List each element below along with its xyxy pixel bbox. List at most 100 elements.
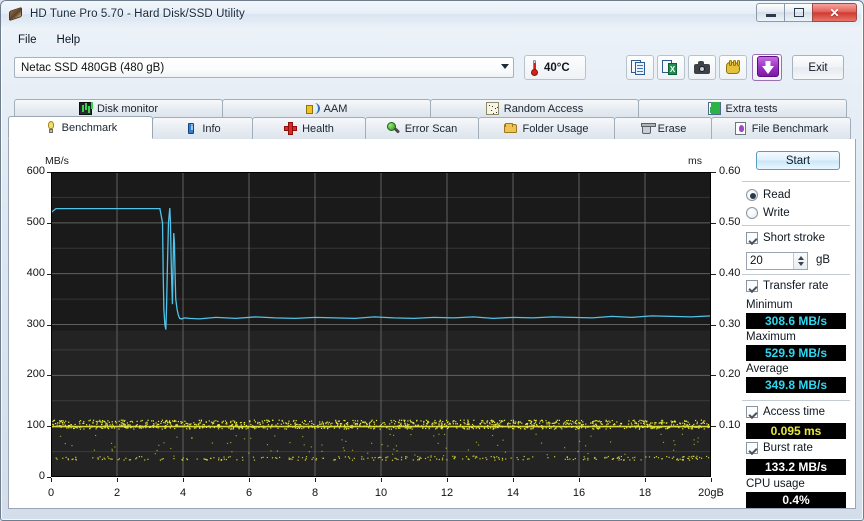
checkbox-transfer-rate[interactable]: Transfer rate: [746, 280, 828, 292]
x-tick: [447, 478, 448, 482]
close-button[interactable]: ✕: [812, 3, 857, 22]
short-stroke-value: 20: [750, 255, 763, 267]
tab-label: Benchmark: [61, 121, 118, 134]
drive-select-value: Netac SSD 480GB (480 gB): [21, 61, 165, 74]
y-tick-label: 300: [26, 317, 45, 330]
y-tick: [47, 222, 51, 224]
file-benchmark-icon: [734, 122, 747, 135]
menu-file[interactable]: File: [8, 32, 47, 48]
checkbox-short-stroke-label: Short stroke: [763, 232, 825, 244]
y2-tick: [711, 324, 716, 326]
tab-erase[interactable]: Erase: [614, 117, 712, 139]
exit-button[interactable]: Exit: [792, 55, 844, 80]
tab-label: AAM: [323, 102, 348, 115]
tab-error-scan[interactable]: Error Scan: [365, 117, 479, 139]
thermometer-icon: [530, 59, 539, 76]
tab-label: Health: [302, 122, 334, 135]
y-tick: [47, 273, 51, 275]
radio-read-indicator: [746, 189, 758, 201]
copy-to-clipboard-button[interactable]: [626, 55, 654, 80]
menu-bar: File Help: [8, 30, 856, 50]
maximum-value: 529.9 MB/s: [746, 345, 846, 361]
y-tick-label: 200: [26, 368, 45, 381]
checkbox-transfer-rate-indicator: [746, 280, 758, 292]
maximize-icon: [793, 8, 804, 17]
drive-select[interactable]: Netac SSD 480GB (480 gB): [14, 57, 514, 78]
radio-write-indicator: [746, 207, 758, 219]
checkbox-access-time-label: Access time: [763, 406, 825, 418]
radio-read-label: Read: [763, 189, 791, 201]
tab-benchmark[interactable]: Benchmark: [8, 116, 153, 139]
cpu-usage-value: 0.4%: [746, 492, 846, 508]
screenshot-button[interactable]: [688, 55, 716, 80]
extra-tests-icon: [707, 102, 721, 115]
y-tick: [47, 324, 51, 326]
stepper-down-icon[interactable]: [797, 262, 804, 266]
x-tick-label: 2: [113, 487, 121, 499]
controls-panel: Start Read Write Short stroke 20 gB Tran: [740, 141, 856, 508]
checkbox-short-stroke-indicator: [746, 232, 758, 244]
maximum-label: Maximum: [746, 331, 796, 343]
x-tick-label: 6: [245, 487, 253, 499]
radio-read[interactable]: Read: [746, 189, 791, 201]
checkbox-access-time[interactable]: Access time: [746, 406, 825, 418]
minimize-button[interactable]: [756, 3, 784, 22]
tab-file-benchmark[interactable]: File Benchmark: [711, 117, 851, 139]
average-label: Average: [746, 363, 789, 375]
y2-tick: [711, 375, 716, 377]
folder-icon: [504, 122, 518, 135]
x-tick-label: 0: [47, 487, 55, 499]
minimize-icon: [765, 13, 776, 17]
x-tick: [579, 478, 580, 482]
tab-random-access[interactable]: Random Access: [430, 99, 639, 117]
tab-label: Folder Usage: [522, 122, 589, 135]
save-button[interactable]: [752, 54, 782, 81]
checkbox-short-stroke[interactable]: Short stroke: [746, 232, 825, 244]
short-stroke-stepper[interactable]: [793, 253, 807, 269]
y2-tick: [711, 222, 716, 224]
tab-extra-tests[interactable]: Extra tests: [638, 99, 847, 117]
x-tick: [381, 478, 382, 482]
tab-info[interactable]: Info: [152, 117, 253, 139]
speaker-icon: [305, 102, 320, 115]
tab-health[interactable]: Health: [252, 117, 366, 139]
window-buttons: ✕: [756, 3, 857, 22]
options-button[interactable]: [719, 55, 747, 80]
stepper-up-icon[interactable]: [797, 256, 804, 260]
checkbox-access-time-indicator: [746, 406, 758, 418]
info-icon: [184, 122, 197, 135]
lightbulb-icon: [44, 121, 57, 134]
copy-pages-icon: [631, 59, 649, 76]
x-tick-label: 8: [311, 487, 319, 499]
y-tick-label: 100: [26, 419, 45, 432]
x-tick: [51, 478, 52, 482]
checkbox-burst-rate[interactable]: Burst rate: [746, 442, 813, 454]
x-tick: [315, 478, 316, 482]
maximize-button[interactable]: [784, 3, 812, 22]
chevron-down-icon: [501, 64, 509, 69]
x-tick-label: 10: [374, 487, 388, 499]
short-stroke-input[interactable]: 20: [746, 252, 808, 270]
tab-folder-usage[interactable]: Folder Usage: [478, 117, 615, 139]
minimum-value: 308.6 MB/s: [746, 313, 846, 329]
average-value: 349.8 MB/s: [746, 377, 846, 393]
tab-disk-monitor[interactable]: Disk monitor: [14, 99, 223, 117]
benchmark-chart: [51, 172, 711, 477]
x-tick-label: 18: [638, 487, 652, 499]
start-button[interactable]: Start: [756, 151, 840, 170]
x-tick-label: 14: [506, 487, 520, 499]
camera-icon: [693, 60, 711, 76]
menu-help[interactable]: Help: [47, 32, 91, 48]
x-tick: [711, 478, 712, 482]
export-excel-button[interactable]: X: [657, 55, 685, 80]
cpu-usage-label: CPU usage: [746, 478, 805, 490]
x-tick-label: 12: [440, 487, 454, 499]
x-tick-label: 20gB: [698, 487, 724, 499]
radio-write[interactable]: Write: [746, 207, 790, 219]
y-tick: [47, 375, 51, 377]
x-tick-label: 4: [179, 487, 187, 499]
x-tick: [249, 478, 250, 482]
checkbox-transfer-rate-label: Transfer rate: [763, 280, 829, 292]
x-tick: [183, 478, 184, 482]
tab-aam[interactable]: AAM: [222, 99, 431, 117]
